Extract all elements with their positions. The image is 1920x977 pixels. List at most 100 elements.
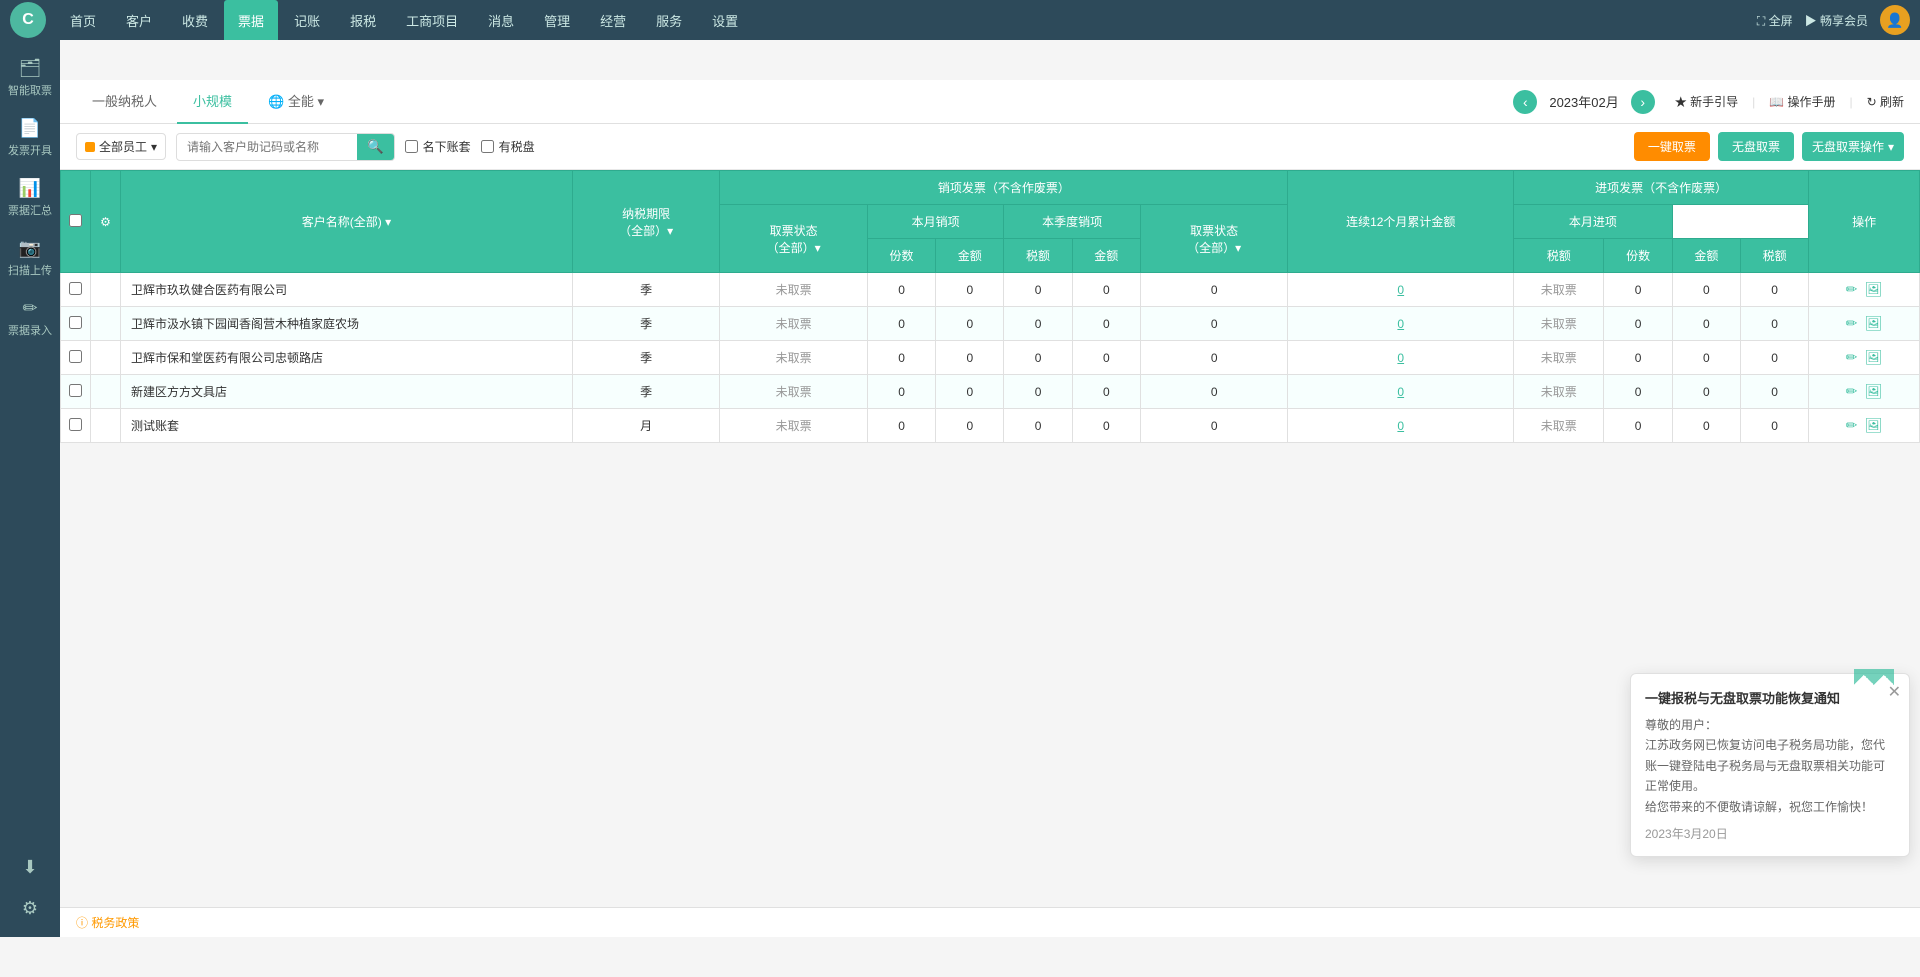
nav-home[interactable]: 首页 [56,0,110,40]
row-sales-quarter-tax: 0 [1140,375,1288,409]
nav-accounting[interactable]: 记账 [280,0,334,40]
nav-invoice[interactable]: 票据 [224,0,278,40]
row-sales-quarter-amount: 0 [1072,341,1140,375]
row-checkbox[interactable] [69,282,82,295]
toolbar: 全部员工 ▾ 🔍 名下账套 有税盘 一键取票 无盘取票 无盘取票操作 ▾ [60,124,1920,170]
action-guide[interactable]: ★ 新手引导 [1675,93,1738,110]
edit-icon[interactable]: ✏ [1846,281,1858,297]
nav-service[interactable]: 服务 [642,0,696,40]
nav-customer[interactable]: 客户 [112,0,166,40]
no-disk-ops-label: 无盘取票操作 [1812,138,1884,155]
row-checkbox-cell[interactable] [61,409,91,443]
view-icon[interactable]: 🖼 [1865,315,1883,331]
view-icon[interactable]: 🖼 [1865,383,1883,399]
nav-manage[interactable]: 管理 [530,0,584,40]
row-purchase-month-amount: 0 [1672,307,1740,341]
nav-operation[interactable]: 经营 [586,0,640,40]
mingxia-checkbox[interactable] [405,140,418,153]
row-purchase-month-count: 0 [1604,273,1672,307]
view-icon[interactable]: 🖼 [1865,349,1883,365]
sidebar-item-invoice-summary[interactable]: 📊 票据汇总 [3,170,57,226]
app-logo: C [10,2,46,38]
th-checkbox [61,171,91,273]
action-manual[interactable]: 📖 操作手册 [1769,93,1835,110]
action-refresh[interactable]: ↻ 刷新 [1867,93,1904,110]
select-all-checkbox[interactable] [69,214,82,227]
nav-message[interactable]: 消息 [474,0,528,40]
row-checkbox[interactable] [69,316,82,329]
nav-business[interactable]: 工商项目 [392,0,472,40]
sidebar-item-scan-upload[interactable]: 📷 扫描上传 [3,230,57,286]
row-checkbox-cell[interactable] [61,307,91,341]
no-disk-btn[interactable]: 无盘取票 [1718,132,1794,161]
sidebar-item-issue-invoice-label: 发票开具 [8,142,52,158]
nav-billing[interactable]: 收费 [168,0,222,40]
sidebar-item-smart-invoice[interactable]: 🗂 智能取票 [3,50,57,106]
th-actions: 操作 [1809,171,1920,273]
row-checkbox-cell[interactable] [61,341,91,375]
sidebar-item-invoice-entry[interactable]: ✏ 票据录入 [3,290,57,346]
th-purchase-month-amount: 金额 [1672,239,1740,273]
row-settings-cell [91,375,121,409]
th-sales-status-filter[interactable]: ▾ [815,241,821,255]
row-sales-quarter-amount: 0 [1072,307,1140,341]
row-checkbox[interactable] [69,418,82,431]
mingxia-label: 名下账套 [423,138,471,155]
th-sales-month-tax: 税额 [1004,239,1072,273]
row-purchase-month-tax: 0 [1740,273,1808,307]
row-settings-cell [91,341,121,375]
edit-icon[interactable]: ✏ [1846,349,1858,365]
nav-tax[interactable]: 报税 [336,0,390,40]
row-tax-period: 季 [572,375,720,409]
period-prev-btn[interactable]: ‹ [1513,90,1537,114]
row-checkbox[interactable] [69,384,82,397]
tab-general-taxpayer[interactable]: 一般纳税人 [76,80,173,124]
row-checkbox-cell[interactable] [61,375,91,409]
no-disk-ops-btn[interactable]: 无盘取票操作 ▾ [1802,132,1904,161]
th-name-filter-icon[interactable]: ▾ [385,215,391,229]
youshui-label: 有税盘 [499,138,535,155]
row-sales-quarter-tax: 0 [1140,307,1288,341]
employee-filter-arrow: ▾ [151,140,157,154]
notification-close-btn[interactable]: ✕ [1888,682,1901,702]
row-checkbox[interactable] [69,350,82,363]
table-row: 测试账套 月 未取票 0 0 0 0 0 0 未取票 0 0 0 ✏ 🖼 [61,409,1920,443]
tab-all-capable[interactable]: 🌐 全能 ▾ [252,80,340,124]
row-purchase-month-amount: 0 [1672,273,1740,307]
row-name: 卫辉市玖玖健合医药有限公司 [121,273,573,307]
row-sales-quarter-tax: 0 [1140,273,1288,307]
nav-settings[interactable]: 设置 [698,0,752,40]
toolbar-right: 一键取票 无盘取票 无盘取票操作 ▾ [1634,132,1904,161]
search-button[interactable]: 🔍 [357,134,394,160]
edit-icon[interactable]: ✏ [1846,383,1858,399]
sidebar-item-config[interactable]: ⚙ [3,890,57,927]
tab-small-scale[interactable]: 小规模 [177,80,248,124]
sidebar-item-issue-invoice[interactable]: 📄 发票开具 [3,110,57,166]
notification-body: 尊敬的用户： 江苏政务网已恢复访问电子税务局功能，您代账一键登陆电子税务局与无盘… [1645,715,1895,817]
vip-btn[interactable]: ▶ 畅享会员 [1805,12,1868,29]
row-settings-cell [91,307,121,341]
period-next-btn[interactable]: › [1631,90,1655,114]
view-icon[interactable]: 🖼 [1865,281,1883,297]
user-avatar[interactable]: 👤 [1880,5,1910,35]
table-row: 新建区方方文具店 季 未取票 0 0 0 0 0 0 未取票 0 0 0 ✏ 🖼 [61,375,1920,409]
row-name: 测试账套 [121,409,573,443]
row-checkbox-cell[interactable] [61,273,91,307]
row-purchase-month-amount: 0 [1672,341,1740,375]
th-purchase-status-filter[interactable]: ▾ [1235,241,1241,255]
th-period-filter-icon[interactable]: ▾ [667,224,673,238]
row-purchase-month-count: 0 [1604,375,1672,409]
sidebar-item-download[interactable]: ⬇ [3,849,57,886]
youshui-checkbox[interactable] [481,140,494,153]
employee-filter[interactable]: 全部员工 ▾ [76,133,166,160]
tab-actions: ★ 新手引导 | 📖 操作手册 | ↻ 刷新 [1675,93,1904,110]
search-input[interactable] [177,135,357,159]
edit-icon[interactable]: ✏ [1846,417,1858,433]
tax-policy-link[interactable]: 税务政策 [91,914,139,931]
smart-invoice-icon: 🗂 [19,58,42,79]
row-purchase-status: 未取票 [1514,341,1604,375]
view-icon[interactable]: 🖼 [1865,417,1883,433]
edit-icon[interactable]: ✏ [1846,315,1858,331]
fullscreen-btn[interactable]: ⛶ 全屏 [1757,12,1793,29]
one-click-btn[interactable]: 一键取票 [1634,132,1710,161]
